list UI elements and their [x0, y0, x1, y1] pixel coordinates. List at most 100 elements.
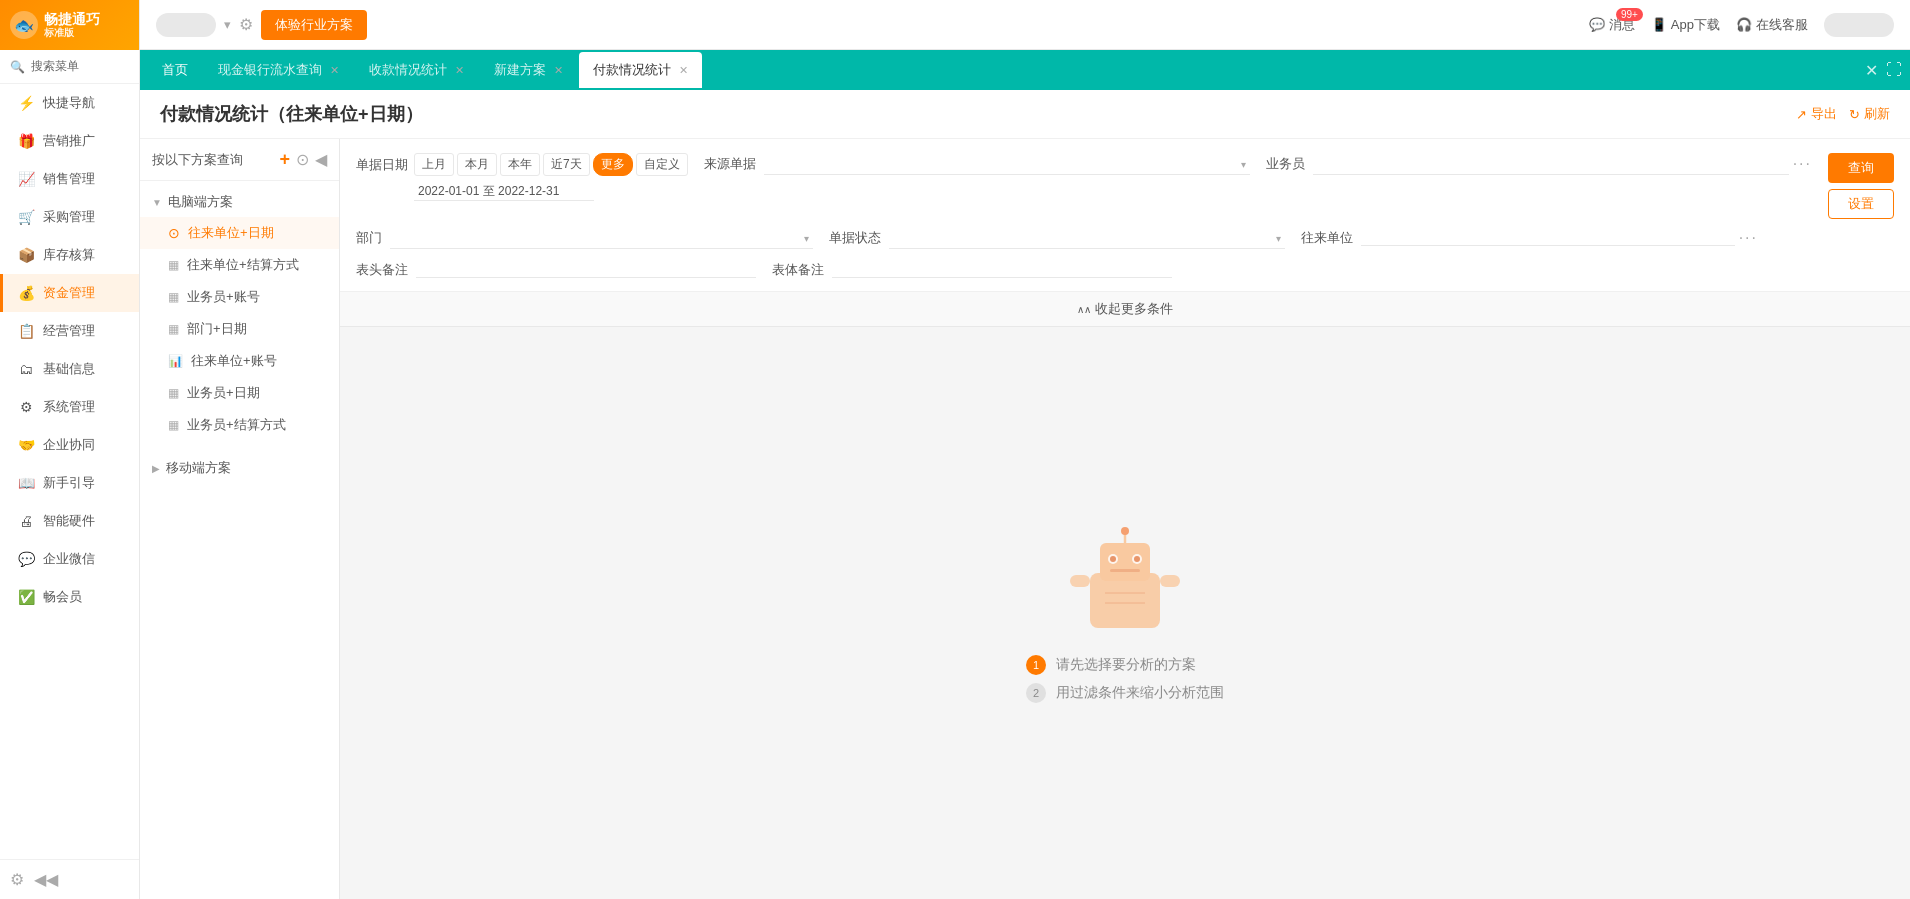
- scheme-item-label: 业务员+日期: [187, 384, 260, 402]
- salesman-filter: 业务员 ···: [1266, 153, 1812, 175]
- tab-close-payment-stats[interactable]: ✕: [679, 64, 688, 77]
- sidebar-item-label: 企业协同: [43, 436, 95, 454]
- dept-select[interactable]: [390, 227, 813, 249]
- scheme-item-label: 往来单位+结算方式: [187, 256, 299, 274]
- scheme-panel-title: 按以下方案查询: [152, 151, 243, 169]
- sidebar-item-sales[interactable]: 📈 销售管理: [0, 160, 139, 198]
- date-range-input[interactable]: [414, 182, 594, 201]
- scheme-item-label: 业务员+账号: [187, 288, 260, 306]
- salesman-ellipsis[interactable]: ···: [1793, 155, 1812, 173]
- scheme-settings-icon[interactable]: ⊙: [296, 150, 309, 169]
- tab-home[interactable]: 首页: [148, 52, 202, 88]
- voucher-status-select[interactable]: [889, 227, 1286, 249]
- date-btn-this-month[interactable]: 本月: [457, 153, 497, 176]
- user-info-avatar[interactable]: [1824, 13, 1894, 37]
- sidebar-item-enterprise[interactable]: 🤝 企业协同: [0, 426, 139, 464]
- service-icon: 🎧: [1736, 17, 1752, 32]
- footer-settings-icon[interactable]: ⚙: [10, 870, 24, 889]
- tab-maximize-icon[interactable]: ⛶: [1886, 61, 1902, 79]
- head-note-input[interactable]: [416, 262, 756, 278]
- svg-rect-9: [1070, 575, 1090, 587]
- svg-rect-10: [1160, 575, 1180, 587]
- svg-point-5: [1134, 556, 1140, 562]
- scheme-item-salesman-date[interactable]: ▦ 业务员+日期: [140, 377, 339, 409]
- sidebar-item-operation[interactable]: 📋 经营管理: [0, 312, 139, 350]
- tab-receivable-stats[interactable]: 收款情况统计 ✕: [355, 52, 478, 88]
- body-note-input[interactable]: [832, 262, 1172, 278]
- scheme-section-mobile-header[interactable]: ▶ 移动端方案: [140, 453, 339, 483]
- refresh-button[interactable]: ↻ 刷新: [1849, 105, 1890, 123]
- date-btn-last-month[interactable]: 上月: [414, 153, 454, 176]
- trial-button[interactable]: 体验行业方案: [261, 10, 367, 40]
- tab-close-receivable-stats[interactable]: ✕: [455, 64, 464, 77]
- filter-settings-button[interactable]: 设置: [1828, 189, 1894, 219]
- scheme-collapse-icon[interactable]: ◀: [315, 150, 327, 169]
- notice-button[interactable]: 💬 消息 99+: [1589, 16, 1635, 34]
- svg-rect-1: [1100, 543, 1150, 581]
- scheme-item-salesman-account[interactable]: ▦ 业务员+账号: [140, 281, 339, 313]
- date-btn-last7[interactable]: 近7天: [543, 153, 590, 176]
- sidebar-item-label: 经营管理: [43, 322, 95, 340]
- scheme-item-partner-settle[interactable]: ▦ 往来单位+结算方式: [140, 249, 339, 281]
- export-button[interactable]: ↗ 导出: [1796, 105, 1837, 123]
- collapse-button[interactable]: ∧∧ 收起更多条件: [340, 291, 1910, 326]
- query-button[interactable]: 查询: [1828, 153, 1894, 183]
- source-select[interactable]: [764, 153, 1250, 175]
- online-service-button[interactable]: 🎧 在线客服: [1736, 16, 1808, 34]
- app-download-button[interactable]: 📱 App下载: [1651, 16, 1720, 34]
- salesman-input[interactable]: [1313, 153, 1789, 175]
- scheme-section-pc-header[interactable]: ▼ 电脑端方案: [140, 187, 339, 217]
- filter-row-1: 单据日期 上月 本月 本年 近7天 更多 自定义: [340, 139, 1910, 227]
- scheme-item-partner-account[interactable]: 📊 往来单位+账号: [140, 345, 339, 377]
- sidebar-item-system[interactable]: ⚙ 系统管理: [0, 388, 139, 426]
- sidebar-item-quick-nav[interactable]: ⚡ 快捷导航: [0, 84, 139, 122]
- sidebar-item-membership[interactable]: ✅ 畅会员: [0, 578, 139, 616]
- svg-point-4: [1110, 556, 1116, 562]
- tab-close-bank-flow[interactable]: ✕: [330, 64, 339, 77]
- sidebar-item-finance[interactable]: 💰 资金管理: [0, 274, 139, 312]
- sidebar-item-label: 快捷导航: [43, 94, 95, 112]
- scheme-item-label: 业务员+结算方式: [187, 416, 286, 434]
- sidebar-item-wechat[interactable]: 💬 企业微信: [0, 540, 139, 578]
- tab-payment-stats[interactable]: 付款情况统计 ✕: [579, 52, 702, 88]
- tab-close-all-icon[interactable]: ✕: [1865, 61, 1878, 80]
- topbar-user[interactable]: [156, 13, 216, 37]
- topbar-settings-icon[interactable]: ⚙: [239, 15, 253, 34]
- scheme-item-dept-date[interactable]: ▦ 部门+日期: [140, 313, 339, 345]
- body-note-filter: 表体备注: [772, 261, 1172, 279]
- sidebar-item-label: 销售管理: [43, 170, 95, 188]
- source-label: 来源单据: [704, 155, 756, 173]
- topbar-dropdown-icon[interactable]: ▾: [224, 17, 231, 32]
- sidebar-item-guide[interactable]: 📖 新手引导: [0, 464, 139, 502]
- scheme-item-label: 往来单位+账号: [191, 352, 277, 370]
- scheme-item-partner-date[interactable]: ⊙ 往来单位+日期: [140, 217, 339, 249]
- dept-filter: 部门 ▾: [356, 227, 813, 249]
- date-row: 单据日期 上月 本月 本年 近7天 更多 自定义: [356, 153, 688, 176]
- sidebar-item-marketing[interactable]: 🎁 营销推广: [0, 122, 139, 160]
- date-btn-more[interactable]: 更多: [593, 153, 633, 176]
- filter-row-2: 部门 ▾ 单据状态: [340, 227, 1910, 261]
- svg-rect-0: [1090, 573, 1160, 628]
- tab-new-scheme[interactable]: 新建方案 ✕: [480, 52, 577, 88]
- wechat-icon: 💬: [17, 550, 35, 568]
- workspace: 按以下方案查询 + ⊙ ◀ ▼ 电脑端方案 ⊙ 往来单位+日期: [140, 139, 1910, 899]
- tab-close-new-scheme[interactable]: ✕: [554, 64, 563, 77]
- footer-collapse-icon[interactable]: ◀◀: [34, 870, 58, 889]
- sidebar-item-purchase[interactable]: 🛒 采购管理: [0, 198, 139, 236]
- page-header: 付款情况统计（往来单位+日期） ↗ 导出 ↻ 刷新: [140, 90, 1910, 139]
- partner-ellipsis[interactable]: ···: [1739, 229, 1758, 247]
- tab-bank-flow[interactable]: 现金银行流水查询 ✕: [204, 52, 353, 88]
- scheme-add-icon[interactable]: +: [279, 149, 290, 170]
- filter-row-3: 表头备注 表体备注: [340, 261, 1910, 291]
- sidebar-item-hardware[interactable]: 🖨 智能硬件: [0, 502, 139, 540]
- date-btn-custom[interactable]: 自定义: [636, 153, 688, 176]
- sidebar-item-inventory[interactable]: 📦 库存核算: [0, 236, 139, 274]
- scheme-item-salesman-settle[interactable]: ▦ 业务员+结算方式: [140, 409, 339, 441]
- partner-input[interactable]: [1361, 230, 1734, 246]
- date-btn-this-year[interactable]: 本年: [500, 153, 540, 176]
- sidebar-item-label: 库存核算: [43, 246, 95, 264]
- search-menu[interactable]: 🔍 搜索菜单: [0, 50, 139, 84]
- sidebar-item-basic[interactable]: 🗂 基础信息: [0, 350, 139, 388]
- membership-icon: ✅: [17, 588, 35, 606]
- search-icon: 🔍: [10, 60, 25, 74]
